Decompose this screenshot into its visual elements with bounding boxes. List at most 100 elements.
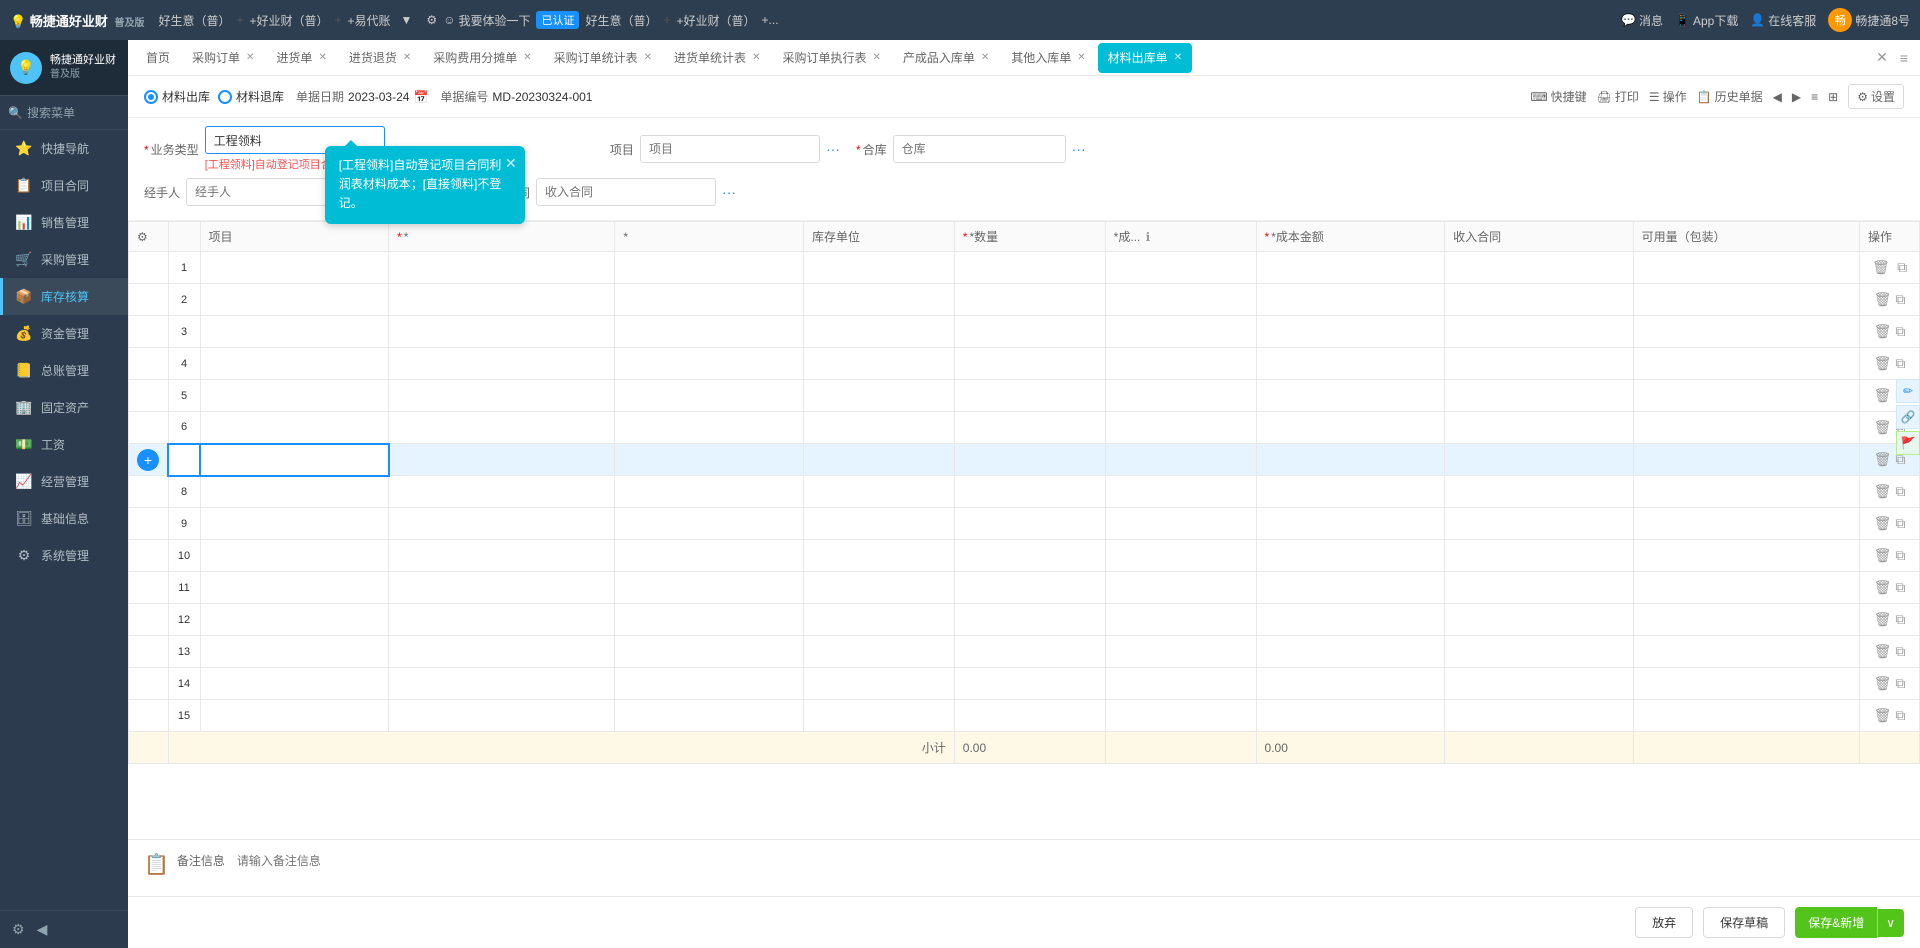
- project-input[interactable]: [640, 135, 820, 163]
- sidebar-item-operation[interactable]: 📈 经营管理: [0, 463, 128, 500]
- operation-btn[interactable]: ☰ 操作: [1649, 88, 1687, 105]
- row-delete-btn-9[interactable]: 🗑: [1872, 513, 1894, 533]
- grid-view-btn[interactable]: ⊞: [1828, 90, 1838, 104]
- tab-purchase-in[interactable]: 进货单 ✕: [266, 43, 336, 73]
- row-copy-btn-4[interactable]: ⧉: [1893, 353, 1907, 373]
- row-delete-btn-1[interactable]: 🗑: [1870, 257, 1892, 277]
- radio-material-return[interactable]: 材料退库: [218, 88, 284, 105]
- nav-link-yidaizhang[interactable]: +易代账: [348, 12, 391, 29]
- warehouse-input[interactable]: [893, 135, 1066, 163]
- date-value[interactable]: 2023-03-24: [348, 90, 409, 104]
- tab-purchase-stat[interactable]: 采购订单统计表 ✕: [544, 43, 662, 73]
- sidebar-item-quick-nav[interactable]: ⭐ 快捷导航: [0, 130, 128, 167]
- page-settings-btn[interactable]: ⚙ 设置: [1848, 84, 1904, 109]
- remarks-input[interactable]: [233, 848, 1904, 888]
- tab-purchase-exec[interactable]: 采购订单执行表 ✕: [772, 43, 890, 73]
- tab-purchase-in-close[interactable]: ✕: [318, 52, 326, 63]
- nav-app-download-btn[interactable]: 📱 App下载: [1675, 12, 1738, 29]
- nav-right-haoyecai[interactable]: +好业财（普）: [677, 12, 756, 29]
- right-float-edit-btn[interactable]: ✏: [1896, 379, 1920, 403]
- tab-purchase-stat-close[interactable]: ✕: [644, 52, 652, 63]
- tab-other-in[interactable]: 其他入库单 ✕: [1001, 43, 1095, 73]
- sidebar-item-sales[interactable]: 📊 销售管理: [0, 204, 128, 241]
- tab-material-out-close[interactable]: ✕: [1174, 52, 1182, 63]
- row-delete-btn-3[interactable]: 🗑: [1872, 321, 1894, 341]
- tab-product-in-close[interactable]: ✕: [981, 52, 989, 63]
- row-copy-btn-15[interactable]: ⧉: [1893, 705, 1907, 725]
- row-copy-btn-8[interactable]: ⧉: [1893, 481, 1907, 501]
- tab-purchase-order[interactable]: 采购订单 ✕: [182, 43, 264, 73]
- sidebar-item-system[interactable]: ⚙ 系统管理: [0, 537, 128, 574]
- row-copy-btn-12[interactable]: ⧉: [1893, 609, 1907, 629]
- shortcut-btn[interactable]: ⌨ 快捷键: [1530, 88, 1586, 105]
- tab-purchase-cost[interactable]: 采购费用分摊单 ✕: [423, 43, 541, 73]
- row-unit-1[interactable]: [803, 252, 954, 284]
- add-row-btn[interactable]: +: [137, 449, 159, 471]
- save-new-arrow-btn[interactable]: ∨: [1877, 909, 1904, 937]
- row-available-1[interactable]: [1633, 252, 1859, 284]
- nav-gear-btn[interactable]: ⚙: [426, 13, 437, 27]
- sidebar-item-purchase[interactable]: 🛒 采购管理: [0, 241, 128, 278]
- tab-product-in[interactable]: 产成品入库单 ✕: [893, 43, 999, 73]
- tab-purchase-return-close[interactable]: ✕: [403, 52, 411, 63]
- sidebar-item-salary[interactable]: 💵 工资: [0, 426, 128, 463]
- tab-close-all-btn[interactable]: ✕: [1872, 47, 1892, 68]
- warehouse-dots-btn[interactable]: ···: [1072, 141, 1086, 157]
- tab-home[interactable]: 首页: [136, 43, 180, 73]
- row-delete-btn-4[interactable]: 🗑: [1872, 353, 1894, 373]
- row-delete-btn-10[interactable]: 🗑: [1872, 545, 1894, 565]
- row-income-contract-1[interactable]: [1445, 252, 1634, 284]
- row-copy-btn-1[interactable]: ⧉: [1895, 257, 1909, 277]
- sidebar-item-accounting[interactable]: 📒 总账管理: [0, 352, 128, 389]
- tab-material-out[interactable]: 材料出库单 ✕: [1098, 43, 1192, 73]
- row-copy-btn-9[interactable]: ⧉: [1893, 513, 1907, 533]
- radio-material-out[interactable]: 材料出库: [144, 88, 210, 105]
- row-project-1[interactable]: [200, 252, 389, 284]
- row-delete-btn-2[interactable]: 🗑: [1872, 289, 1894, 309]
- project-dots-btn[interactable]: ···: [826, 141, 840, 157]
- row-copy-btn-13[interactable]: ⧉: [1893, 641, 1907, 661]
- tab-other-in-close[interactable]: ✕: [1077, 52, 1085, 63]
- row-delete-btn-5[interactable]: 🗑: [1872, 385, 1894, 405]
- income-contract-dots-btn[interactable]: ···: [722, 184, 736, 200]
- next-record-btn[interactable]: ▶: [1792, 90, 1801, 104]
- row-delete-btn-8[interactable]: 🗑: [1872, 481, 1894, 501]
- calendar-icon[interactable]: 📅: [413, 90, 428, 104]
- nav-user-name[interactable]: 畅 畅捷通8号: [1828, 8, 1910, 32]
- history-btn[interactable]: 📋 历史单据: [1697, 88, 1763, 105]
- sidebar-settings-btn[interactable]: ⚙: [12, 921, 25, 938]
- sidebar-collapse-btn[interactable]: ◀: [37, 921, 48, 938]
- save-draft-button[interactable]: 保存草稿: [1703, 907, 1785, 938]
- row-copy-btn-3[interactable]: ⧉: [1893, 321, 1907, 341]
- row-copy-btn-11[interactable]: ⧉: [1893, 577, 1907, 597]
- row-delete-btn-12[interactable]: 🗑: [1872, 609, 1894, 629]
- sidebar-item-project[interactable]: 📋 项目合同: [0, 167, 128, 204]
- income-contract-input[interactable]: [536, 178, 716, 206]
- nav-online-service-btn[interactable]: 👤 在线客服: [1750, 12, 1816, 29]
- row-copy-btn-10[interactable]: ⧉: [1893, 545, 1907, 565]
- row-delete-btn-14[interactable]: 🗑: [1872, 673, 1894, 693]
- right-float-link-btn[interactable]: 🔗: [1896, 405, 1920, 429]
- tab-more-btn[interactable]: ≡: [1896, 48, 1912, 68]
- nav-link-haoyecai[interactable]: +好业财（普）: [249, 12, 328, 29]
- tab-purchase-order-close[interactable]: ✕: [246, 52, 254, 63]
- row-delete-btn-11[interactable]: 🗑: [1872, 577, 1894, 597]
- tab-purchase-in-stat[interactable]: 进货单统计表 ✕: [664, 43, 770, 73]
- discard-button[interactable]: 放弃: [1635, 907, 1693, 938]
- tab-purchase-return[interactable]: 进货退货 ✕: [339, 43, 421, 73]
- save-new-main-btn[interactable]: 保存&新增: [1795, 907, 1877, 938]
- tab-purchase-cost-close[interactable]: ✕: [523, 52, 531, 63]
- nav-dropdown-arrow[interactable]: ▼: [401, 13, 413, 27]
- sidebar-item-assets[interactable]: 🏢 固定资产: [0, 389, 128, 426]
- row-delete-btn-13[interactable]: 🗑: [1872, 641, 1894, 661]
- row-spec-1[interactable]: [615, 252, 804, 284]
- row-copy-btn-2[interactable]: ⧉: [1893, 289, 1907, 309]
- col-header-settings[interactable]: ⚙: [129, 222, 169, 252]
- row-delete-btn-15[interactable]: 🗑: [1872, 705, 1894, 725]
- row-name-1[interactable]: [389, 252, 615, 284]
- sidebar-item-fund[interactable]: 💰 资金管理: [0, 315, 128, 352]
- row-copy-btn-14[interactable]: ⧉: [1893, 673, 1907, 693]
- sidebar-item-basic[interactable]: 🗄 基础信息: [0, 500, 128, 537]
- print-btn[interactable]: 🖨 打印: [1597, 88, 1639, 105]
- tab-purchase-exec-close[interactable]: ✕: [872, 52, 880, 63]
